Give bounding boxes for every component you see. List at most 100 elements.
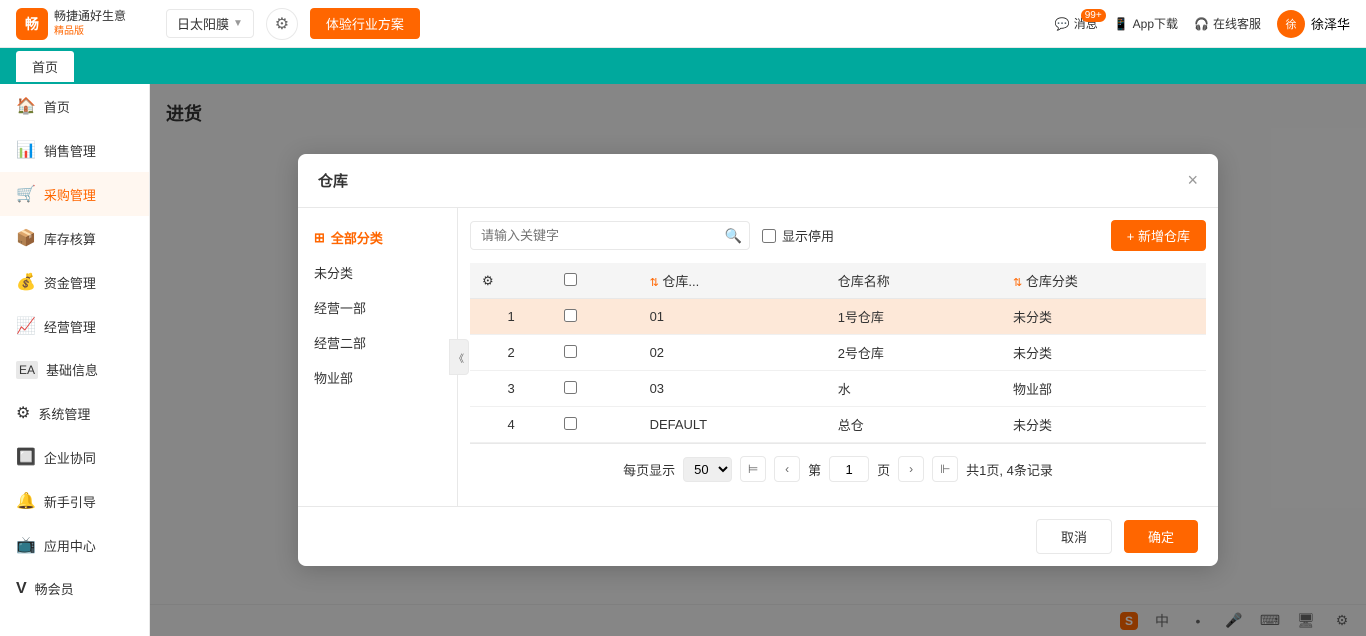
search-icon[interactable]: 🔍 xyxy=(725,227,742,244)
sidebar-item-basic-info[interactable]: EA 基础信息 xyxy=(0,348,149,391)
settings-button[interactable]: ⚙ xyxy=(266,8,298,40)
row-category: 物业部 xyxy=(1001,371,1206,407)
finance-icon: 💰 xyxy=(16,272,36,292)
vip-icon: V xyxy=(16,580,27,598)
prev-page-button[interactable]: ‹ xyxy=(774,456,800,482)
user-info[interactable]: 徐 徐泽华 xyxy=(1277,10,1350,38)
sidebar-item-inventory[interactable]: 📦 库存核算 xyxy=(0,216,149,260)
row-checkbox xyxy=(552,407,637,443)
row-name: 1号仓库 xyxy=(826,299,1001,335)
modal-overlay: 仓库 × ⊞ 全部分类 未分类 经营一部 经营二部 物业部 xyxy=(150,84,1366,636)
sort-icon: ⇅ xyxy=(650,277,659,289)
category-item-ops2[interactable]: 经营二部 xyxy=(298,325,457,360)
show-disabled-checkbox[interactable] xyxy=(762,229,776,243)
table-row[interactable]: 2 02 2号仓库 未分类 xyxy=(470,335,1206,371)
sidebar-item-home[interactable]: 🏠 首页 xyxy=(0,84,149,128)
row-name: 2号仓库 xyxy=(826,335,1001,371)
sidebar: 🏠 首页 📊 销售管理 🛒 采购管理 📦 库存核算 💰 资金管理 📈 经营管理 … xyxy=(0,84,150,636)
row-num: 4 xyxy=(470,407,552,443)
sidebar-item-system[interactable]: ⚙ 系统管理 xyxy=(0,391,149,435)
trial-button[interactable]: 体验行业方案 xyxy=(310,8,420,39)
row-category: 未分类 xyxy=(1001,299,1206,335)
sidebar-item-vip[interactable]: V 畅会员 xyxy=(0,567,149,610)
th-checkbox xyxy=(552,263,637,299)
cancel-button[interactable]: 取消 xyxy=(1036,519,1112,554)
sidebar-item-app-center[interactable]: 📺 应用中心 xyxy=(0,523,149,567)
category-item-unclassified[interactable]: 未分类 xyxy=(298,255,457,290)
logo-text: 畅捷通好生意 精品版 xyxy=(54,9,126,38)
row-name: 水 xyxy=(826,371,1001,407)
first-page-button[interactable]: ⊨ xyxy=(740,456,766,482)
row-select-checkbox[interactable] xyxy=(564,345,577,358)
next-page-button[interactable]: › xyxy=(898,456,924,482)
row-select-checkbox[interactable] xyxy=(564,309,577,322)
logo-area: 畅 畅捷通好生意 精品版 xyxy=(16,8,166,40)
notification-bell[interactable]: 💬 消息 99+ xyxy=(1055,15,1098,32)
tab-home[interactable]: 首页 xyxy=(16,51,74,82)
basic-info-icon: EA xyxy=(16,361,38,379)
page-input[interactable] xyxy=(829,456,869,482)
row-code: DEFAULT xyxy=(638,407,826,443)
row-num: 1 xyxy=(470,299,552,335)
row-num: 2 xyxy=(470,335,552,371)
th-code: ⇅ 仓库... xyxy=(638,263,826,299)
row-select-checkbox[interactable] xyxy=(564,417,577,430)
sidebar-item-enterprise[interactable]: 🔲 企业协同 xyxy=(0,435,149,479)
row-code: 02 xyxy=(638,335,826,371)
row-code: 01 xyxy=(638,299,826,335)
table-row[interactable]: 1 01 1号仓库 未分类 xyxy=(470,299,1206,335)
sidebar-item-operations[interactable]: 📈 经营管理 xyxy=(0,304,149,348)
last-page-button[interactable]: ⊩ xyxy=(932,456,958,482)
table-area: 🔍 显示停用 + 新增仓库 xyxy=(458,208,1218,506)
row-num: 3 xyxy=(470,371,552,407)
sidebar-item-guide[interactable]: 🔔 新手引导 xyxy=(0,479,149,523)
modal-title: 仓库 xyxy=(318,170,348,191)
row-code: 03 xyxy=(638,371,826,407)
category-item-property[interactable]: 物业部 xyxy=(298,360,457,395)
logo-icon: 畅 xyxy=(16,8,48,40)
headset-icon: 🎧 xyxy=(1194,17,1209,31)
pagination: 每页显示 50 ⊨ ‹ 第 页 › ⊩ 共1页, 4条记录 xyxy=(470,443,1206,494)
enterprise-icon: 🔲 xyxy=(16,447,36,467)
row-checkbox xyxy=(552,299,637,335)
select-all-checkbox[interactable] xyxy=(564,273,577,286)
layout: 🏠 首页 📊 销售管理 🛒 采购管理 📦 库存核算 💰 资金管理 📈 经营管理 … xyxy=(0,84,1366,636)
system-icon: ⚙ xyxy=(16,403,30,423)
th-category: ⇅ 仓库分类 xyxy=(1001,263,1206,299)
per-page-select[interactable]: 50 xyxy=(683,457,732,482)
table-row[interactable]: 4 DEFAULT 总仓 未分类 xyxy=(470,407,1206,443)
confirm-button[interactable]: 确定 xyxy=(1124,520,1198,553)
nav-tabs: 首页 xyxy=(0,48,1366,84)
row-select-checkbox[interactable] xyxy=(564,381,577,394)
store-selector[interactable]: 日太阳膜 ▼ xyxy=(166,9,254,38)
table-header: ⚙ ⇅ 仓库... 仓库名称 ⇅ xyxy=(470,263,1206,299)
app-download[interactable]: 📱 App下载 xyxy=(1114,15,1178,32)
table-row[interactable]: 3 03 水 物业部 xyxy=(470,371,1206,407)
table-body: 1 01 1号仓库 未分类 2 02 xyxy=(470,299,1206,443)
online-service[interactable]: 🎧 在线客服 xyxy=(1194,15,1261,32)
warehouse-table: ⚙ ⇅ 仓库... 仓库名称 ⇅ xyxy=(470,263,1206,443)
collapse-icon: 《 xyxy=(454,350,464,365)
show-disabled-wrap: 显示停用 xyxy=(762,226,834,245)
add-warehouse-button[interactable]: + 新增仓库 xyxy=(1111,220,1206,251)
category-item-ops1[interactable]: 经营一部 xyxy=(298,290,457,325)
modal-close-button[interactable]: × xyxy=(1187,170,1198,191)
inventory-icon: 📦 xyxy=(16,228,36,248)
home-icon: 🏠 xyxy=(16,96,36,116)
row-category: 未分类 xyxy=(1001,407,1206,443)
operations-icon: 📈 xyxy=(16,316,36,336)
header-right: 💬 消息 99+ 📱 App下载 🎧 在线客服 徐 徐泽华 xyxy=(1055,10,1350,38)
sidebar-item-finance[interactable]: 💰 资金管理 xyxy=(0,260,149,304)
sidebar-item-sales[interactable]: 📊 销售管理 xyxy=(0,128,149,172)
sidebar-item-purchase[interactable]: 🛒 采购管理 xyxy=(0,172,149,216)
table-toolbar: 🔍 显示停用 + 新增仓库 xyxy=(470,220,1206,251)
all-categories-item[interactable]: ⊞ 全部分类 xyxy=(298,220,457,255)
grid-icon: ⊞ xyxy=(314,230,325,246)
search-input[interactable] xyxy=(470,221,750,250)
table-scroll: ⚙ ⇅ 仓库... 仓库名称 ⇅ xyxy=(470,263,1206,443)
row-checkbox xyxy=(552,335,637,371)
bell-icon: 💬 xyxy=(1055,17,1070,31)
collapse-sidebar-button[interactable]: 《 xyxy=(449,339,469,375)
search-wrap: 🔍 xyxy=(470,221,750,250)
notification-badge: 99+ xyxy=(1081,9,1106,22)
